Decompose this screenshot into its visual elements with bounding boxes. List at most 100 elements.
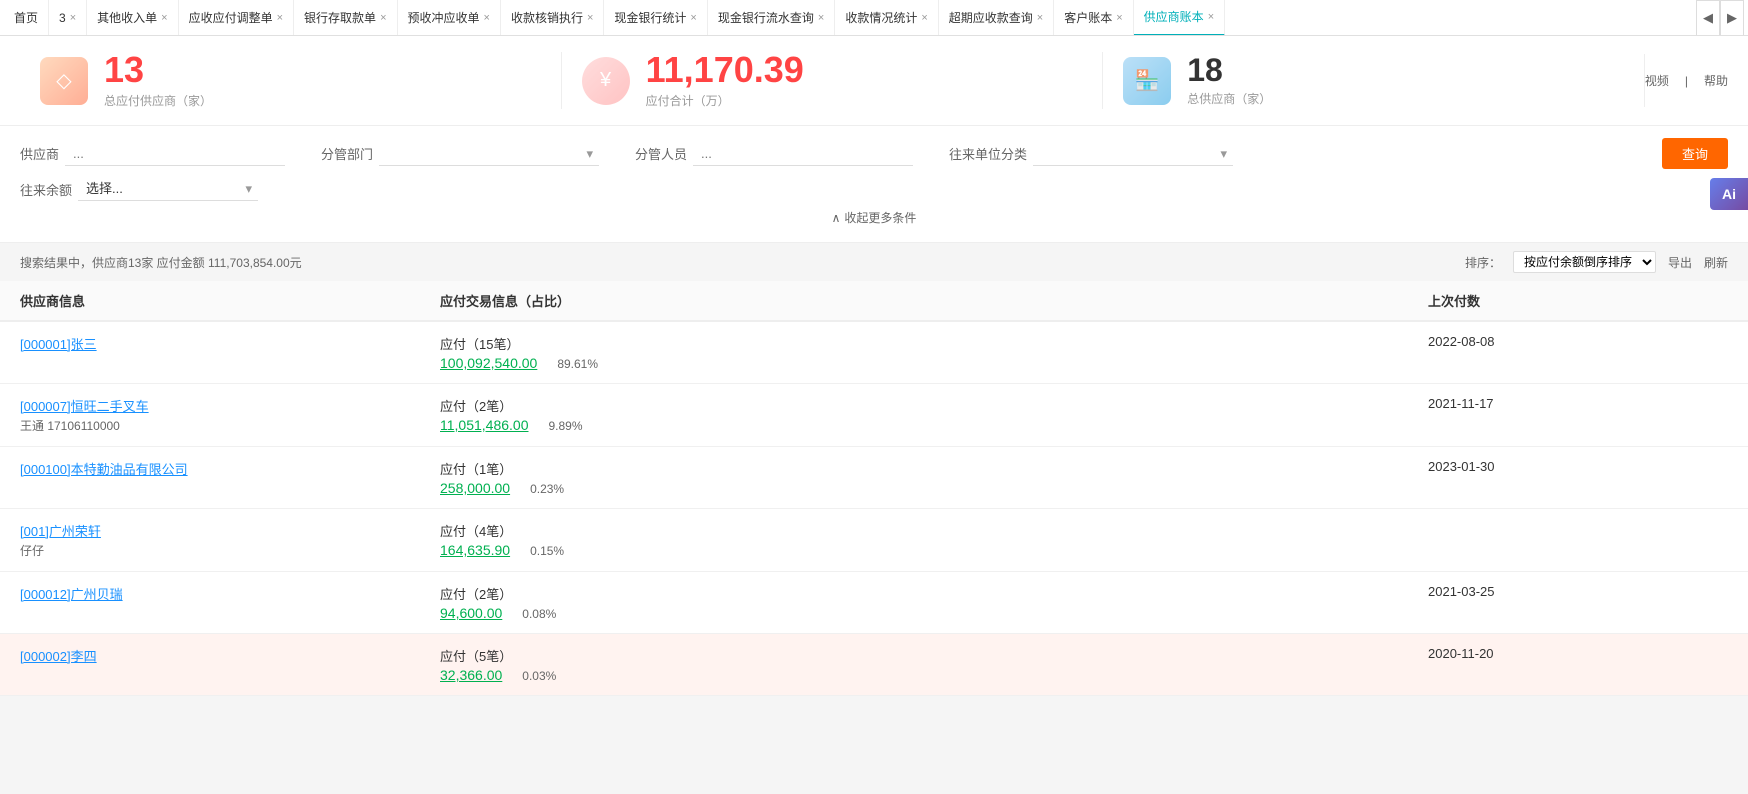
filter-balance: 往来余额 选择...	[20, 177, 258, 201]
supplier-sub-3: 仔仔	[20, 542, 440, 559]
nav-prev-arrow[interactable]: ◀	[1696, 0, 1720, 36]
total-payable-suppliers-label: 总应付供应商（家）	[104, 92, 212, 109]
nav-tab-collection-stat[interactable]: 收款情况统计×	[835, 0, 938, 36]
table-row: [000012]广州贝瑞 应付（2笔） 94,600.00 0.08% 2021-03-…	[0, 572, 1748, 634]
total-payable-suppliers: 13	[104, 52, 212, 88]
close-tab-ar-adjust[interactable]: ×	[277, 12, 283, 24]
sort-select[interactable]: 按应付余额倒序排序	[1513, 251, 1656, 273]
ai-badge[interactable]: Ai	[1710, 178, 1748, 210]
tx-row-2: 258,000.00 0.23%	[440, 480, 1428, 496]
filter-row-1: 供应商 分管部门 分管人员 往来单位分类 查询	[20, 138, 1728, 169]
tx-pct-0: 89.61%	[557, 357, 598, 371]
person-input[interactable]	[693, 142, 913, 166]
tx-row-0: 100,092,540.00 89.61%	[440, 355, 1428, 371]
lastpay-col-1: 2021-11-17	[1428, 396, 1628, 411]
card-content-total: 18 总供应商（家）	[1187, 54, 1271, 107]
refresh-button[interactable]: 刷新	[1704, 254, 1728, 271]
supplier-col-2: [000100]本特勤油品有限公司	[20, 459, 440, 478]
lastpay-col-4: 2021-03-25	[1428, 584, 1628, 599]
transaction-col-5: 应付（5笔）32,366.000.03%	[440, 646, 1428, 683]
balance-select[interactable]: 选择...	[78, 177, 258, 201]
tx-row-3: 164,635.900.15%	[440, 542, 1428, 558]
sort-label: 排序：	[1465, 254, 1501, 271]
tx-amount-4[interactable]: 94,600.00	[440, 605, 502, 621]
filter-category: 往来单位分类	[949, 142, 1233, 166]
shop-icon: 🏪	[1123, 57, 1171, 105]
table-row: [000002]李四 应付（5笔）32,366.000.03%2020-11-20	[0, 634, 1748, 696]
category-select[interactable]	[1033, 142, 1233, 166]
close-tab-cash-bank-stat[interactable]: ×	[690, 12, 696, 24]
nav-tab-bank-deposit[interactable]: 银行存取款单×	[294, 0, 397, 36]
close-tab-supplier-account[interactable]: ×	[1208, 11, 1214, 23]
header-transaction: 应付交易信息（占比）	[440, 291, 1428, 310]
video-link[interactable]: 视频	[1645, 72, 1669, 89]
nav-tab-overdue-query[interactable]: 超期应收款查询×	[939, 0, 1054, 36]
collapse-button[interactable]: ∧ 收起更多条件	[814, 209, 934, 226]
nav-tab-ar-adjust[interactable]: 应收应付调整单×	[179, 0, 294, 36]
dept-select[interactable]	[379, 142, 599, 166]
table-header: 供应商信息 应付交易信息（占比） 上次付数	[0, 281, 1748, 322]
query-button[interactable]: 查询	[1662, 138, 1728, 169]
tx-amount-5[interactable]: 32,366.00	[440, 667, 502, 683]
top-navigation: 首页3×其他收入单×应收应付调整单×银行存取款单×预收冲应收单×收款核销执行×现…	[0, 0, 1748, 36]
tx-label-0: 应付（15笔）	[440, 334, 1428, 353]
person-filter-label: 分管人员	[635, 144, 687, 163]
close-tab-bank-deposit[interactable]: ×	[380, 12, 386, 24]
lastpay-date-2: 2023-01-30	[1428, 459, 1495, 474]
help-link[interactable]: 帮助	[1704, 72, 1728, 89]
nav-tab-collection-audit[interactable]: 收款核销执行×	[501, 0, 604, 36]
lastpay-col-0: 2022-08-08	[1428, 334, 1628, 349]
nav-tab-tab3[interactable]: 3×	[49, 0, 87, 36]
supplier-link-5[interactable]: [000002]李四	[20, 649, 97, 664]
close-tab-overdue-query[interactable]: ×	[1037, 12, 1043, 24]
tx-pct-2: 0.23%	[530, 482, 564, 496]
supplier-link-4[interactable]: [000012]广州贝瑞	[20, 587, 123, 602]
nav-tab-supplier-account[interactable]: 供应商账本×	[1134, 0, 1225, 36]
category-select-wrap	[1033, 142, 1233, 166]
nav-next-arrow[interactable]: ▶	[1720, 0, 1744, 36]
nav-tab-advance-collection[interactable]: 预收冲应收单×	[398, 0, 501, 36]
filter-person: 分管人员	[635, 142, 913, 166]
supplier-col-4: [000012]广州贝瑞	[20, 584, 440, 603]
close-tab-advance-collection[interactable]: ×	[484, 12, 490, 24]
filter-supplier: 供应商	[20, 142, 285, 166]
supplier-link-0[interactable]: [000001]张三	[20, 337, 97, 352]
data-table: 供应商信息 应付交易信息（占比） 上次付数 [000001]张三 应付（15笔） 1…	[0, 281, 1748, 696]
tx-amount-2[interactable]: 258,000.00	[440, 480, 510, 496]
tx-label-4: 应付（2笔）	[440, 584, 1428, 603]
close-tab-collection-audit[interactable]: ×	[587, 12, 593, 24]
supplier-link-1[interactable]: [000007]恒旺二手叉车	[20, 399, 149, 414]
nav-tab-other-income[interactable]: 其他收入单×	[87, 0, 178, 36]
divider: |	[1685, 74, 1688, 88]
nav-tab-cash-bank-flow[interactable]: 现金银行流水查询×	[708, 0, 835, 36]
nav-tab-cash-bank-stat[interactable]: 现金银行统计×	[604, 0, 707, 36]
lastpay-col-2: 2023-01-30	[1428, 459, 1628, 474]
collapse-chevron-icon: ∧	[832, 211, 841, 225]
lastpay-col-5: 2020-11-20	[1428, 646, 1628, 661]
supplier-link-3[interactable]: [001]广州荣轩	[20, 524, 101, 539]
lastpay-date-5: 2020-11-20	[1428, 646, 1494, 661]
nav-tab-home[interactable]: 首页	[4, 0, 49, 36]
filter-area: 供应商 分管部门 分管人员 往来单位分类 查询 往来	[0, 126, 1748, 243]
tx-amount-0[interactable]: 100,092,540.00	[440, 355, 537, 371]
tx-row-4: 94,600.00 0.08%	[440, 605, 1428, 621]
close-tab-customer-account[interactable]: ×	[1116, 12, 1122, 24]
supplier-input[interactable]	[65, 142, 285, 166]
supplier-link-2[interactable]: [000100]本特勤油品有限公司	[20, 462, 188, 477]
tx-pct-4: 0.08%	[522, 607, 556, 621]
close-tab-collection-stat[interactable]: ×	[921, 12, 927, 24]
collapse-label: 收起更多条件	[844, 209, 916, 226]
close-tab-other-income[interactable]: ×	[161, 12, 167, 24]
balance-filter-label: 往来余额	[20, 180, 72, 199]
tx-amount-3[interactable]: 164,635.90	[440, 542, 510, 558]
nav-tab-customer-account[interactable]: 客户账本×	[1054, 0, 1133, 36]
total-payable-amount: 11,170.39	[646, 52, 804, 88]
supplier-col-0: [000001]张三	[20, 334, 440, 353]
close-tab-cash-bank-flow[interactable]: ×	[818, 12, 824, 24]
supplier-col-5: [000002]李四	[20, 646, 440, 665]
tx-amount-1[interactable]: 11,051,486.00	[440, 417, 529, 433]
export-button[interactable]: 导出	[1668, 254, 1692, 271]
dept-select-wrap	[379, 142, 599, 166]
close-tab-tab3[interactable]: ×	[70, 12, 76, 24]
tx-label-2: 应付（1笔）	[440, 459, 1428, 478]
